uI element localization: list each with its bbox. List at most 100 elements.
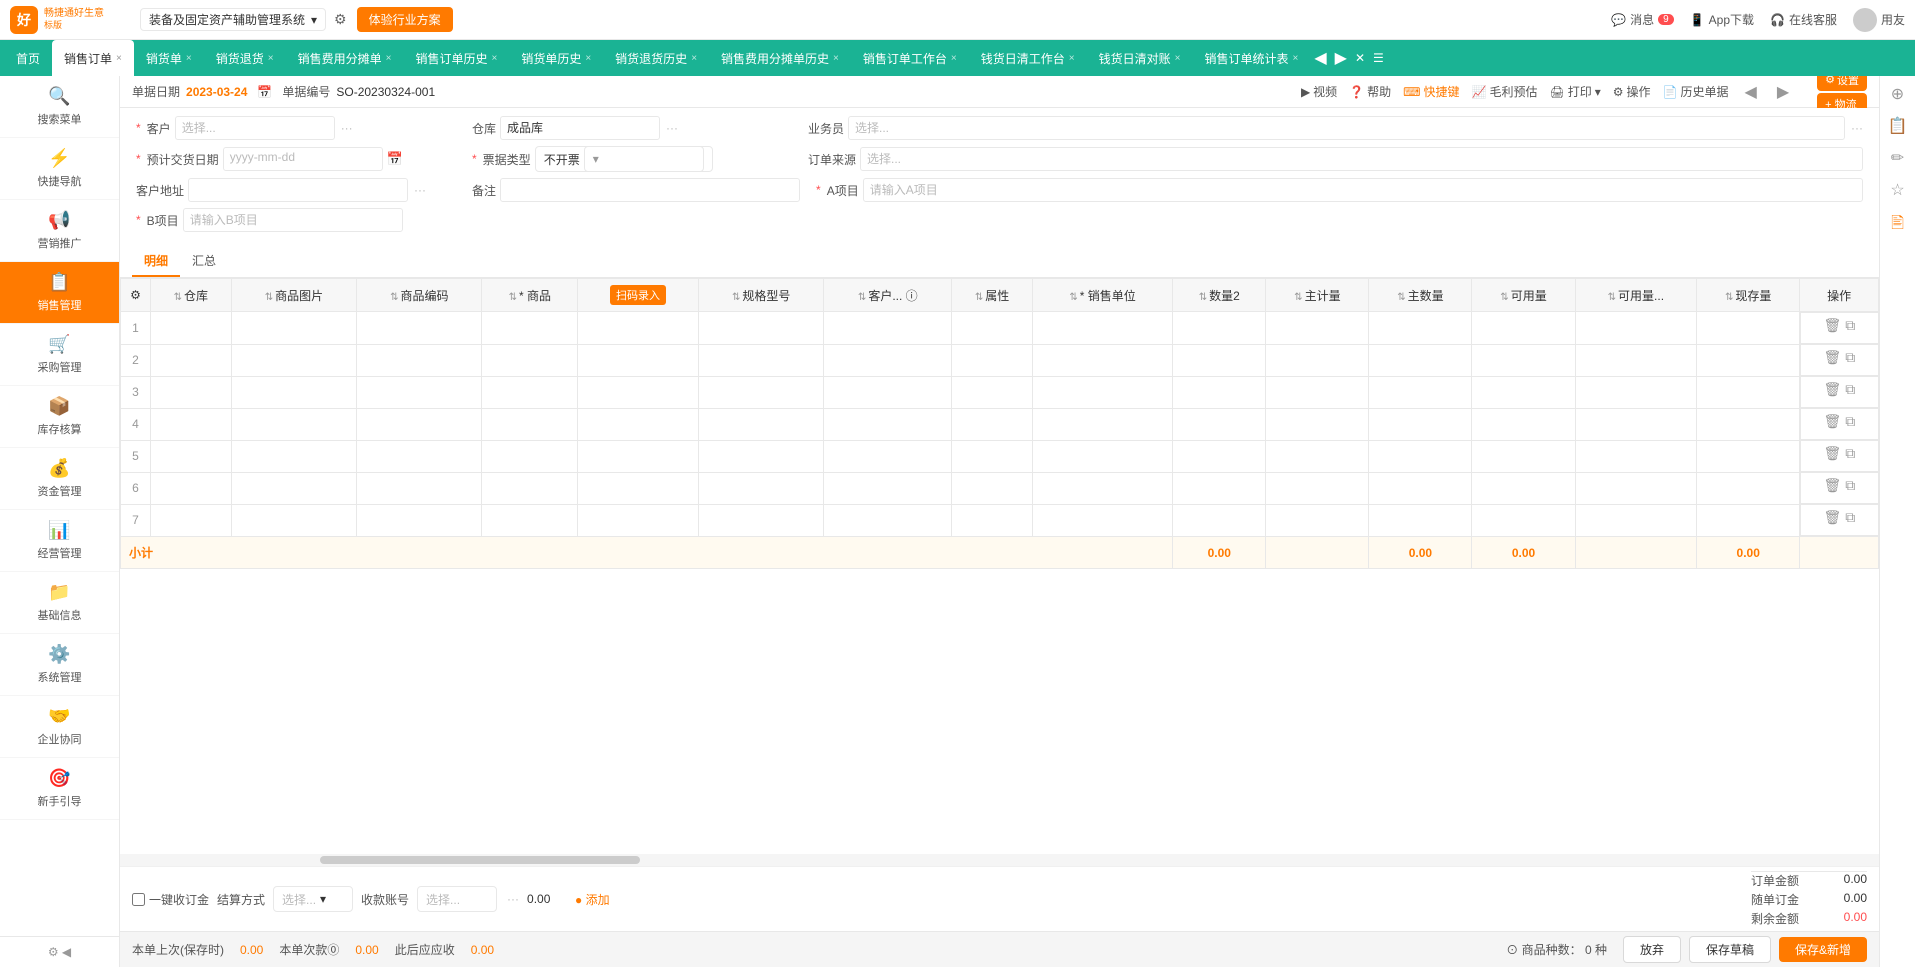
close-icon[interactable]: × <box>1292 53 1298 64</box>
save-new-btn[interactable]: 保存&新增 <box>1779 937 1867 962</box>
th-qty2[interactable]: ⇅数量2 <box>1173 279 1266 312</box>
tab-home[interactable]: 首页 <box>4 40 52 76</box>
right-icon-3[interactable]: ✏ <box>1891 148 1904 168</box>
tab-sales[interactable]: 销货单 × <box>134 40 204 76</box>
print-btn[interactable]: 🖨打印▾ <box>1549 83 1600 100</box>
delete-icon[interactable]: 🗑 <box>1823 317 1841 339</box>
view-btn[interactable]: ▶视频 <box>1301 83 1337 100</box>
tab-cashflow[interactable]: 钱货日清工作台 × <box>969 40 1087 76</box>
settings-btn[interactable]: ⚙ 设置 <box>1817 76 1867 91</box>
close-icon[interactable]: × <box>186 53 192 64</box>
copy-icon[interactable]: ⧉ <box>1845 477 1855 499</box>
delete-icon[interactable]: 🗑 <box>1823 509 1841 531</box>
message-btn[interactable]: 💬 消息 9 <box>1611 11 1674 28</box>
tab-sales-fee[interactable]: 销售费用分摊单 × <box>286 40 404 76</box>
delete-icon[interactable]: 🗑 <box>1823 477 1841 499</box>
sidebar-item-guide[interactable]: 🎯 新手引导 <box>0 758 119 820</box>
note-input[interactable] <box>500 178 800 202</box>
delete-icon[interactable]: 🗑 <box>1823 349 1841 371</box>
account-dots[interactable]: ··· <box>507 892 519 906</box>
tab-workbench[interactable]: 销售订单工作台 × <box>851 40 969 76</box>
account-select[interactable]: 选择... <box>417 886 497 912</box>
scrollbar-thumb[interactable] <box>320 856 640 864</box>
sidebar-item-quicknav[interactable]: ⚡ 快捷导航 <box>0 138 119 200</box>
th-code[interactable]: ⇅商品编码 <box>357 279 482 312</box>
b-project-input[interactable]: 请输入B项目 <box>183 208 403 232</box>
warehouse-input[interactable]: 成品库 <box>500 116 660 140</box>
online-service-btn[interactable]: 🎧 在线客服 <box>1770 11 1837 28</box>
th-main-unit[interactable]: ⇅主计量 <box>1266 279 1369 312</box>
delete-icon[interactable]: 🗑 <box>1823 413 1841 435</box>
delete-icon[interactable]: 🗑 <box>1823 445 1841 467</box>
close-icon[interactable]: × <box>491 53 497 64</box>
right-icon-4[interactable]: ☆ <box>1890 180 1904 200</box>
staff-input[interactable]: 选择... <box>848 116 1845 140</box>
settings-icon[interactable]: ⚙ <box>334 11 347 28</box>
right-icon-1[interactable]: ⊕ <box>1891 84 1904 104</box>
th-customer[interactable]: ⇅客户... ⓘ <box>824 279 952 312</box>
sidebar-item-collab[interactable]: 🤝 企业协同 <box>0 696 119 758</box>
copy-icon[interactable]: ⧉ <box>1845 445 1855 467</box>
discard-btn[interactable]: 放弃 <box>1623 936 1681 963</box>
settlement-select[interactable]: 选择... ▾ <box>273 886 353 912</box>
system-select[interactable]: 装备及固定资产辅助管理系统 ▾ <box>140 8 326 31</box>
delete-icon[interactable]: 🗑 <box>1823 381 1841 403</box>
close-icon[interactable]: × <box>1069 53 1075 64</box>
toolbar-next[interactable]: ▶ <box>1773 82 1793 102</box>
nav-prev-arrow[interactable]: ◀ <box>1310 48 1330 68</box>
copy-icon[interactable]: ⧉ <box>1845 349 1855 371</box>
payment-checkbox-label[interactable]: 一键收订金 <box>132 891 209 908</box>
calendar-icon[interactable]: 📅 <box>257 85 272 99</box>
th-product[interactable]: ⇅* 商品 <box>482 279 578 312</box>
close-icon[interactable]: × <box>386 53 392 64</box>
add-link[interactable]: ● 添加 <box>575 891 610 908</box>
tab-sales-history2[interactable]: 销货单历史 × <box>509 40 603 76</box>
tab-fee-history[interactable]: 销售费用分摊单历史 × <box>709 40 851 76</box>
copy-icon[interactable]: ⧉ <box>1845 317 1855 339</box>
close-icon[interactable]: × <box>116 53 122 64</box>
th-image[interactable]: ⇅商品图片 <box>231 279 356 312</box>
scrollbar[interactable] <box>120 854 1879 866</box>
close-icon[interactable]: × <box>585 53 591 64</box>
sidebar-item-marketing[interactable]: 📢 营销推广 <box>0 200 119 262</box>
customer-input[interactable]: 选择... <box>175 116 335 140</box>
app-download-btn[interactable]: 📱 App下载 <box>1690 11 1754 28</box>
th-unit[interactable]: ⇅* 销售单位 <box>1032 279 1172 312</box>
help-btn[interactable]: ❓帮助 <box>1349 83 1391 100</box>
sidebar-item-sales[interactable]: 📋 销售管理 <box>0 262 119 324</box>
sidebar-item-basic[interactable]: 📁 基础信息 <box>0 572 119 634</box>
sidebar-item-inventory[interactable]: 📦 库存核算 <box>0 386 119 448</box>
tab-sales-order[interactable]: 销售订单 × <box>52 40 134 76</box>
th-available2[interactable]: ⇅可用量... <box>1575 279 1697 312</box>
save-draft-btn[interactable]: 保存草稿 <box>1689 936 1771 963</box>
delivery-input[interactable]: yyyy-mm-dd <box>223 147 383 171</box>
close-icon[interactable]: × <box>268 53 274 64</box>
nav-close-all-btn[interactable]: ✕ <box>1351 51 1369 65</box>
tab-detail[interactable]: 明细 <box>132 246 180 277</box>
right-icon-2[interactable]: 📋 <box>1888 116 1908 136</box>
copy-icon[interactable]: ⧉ <box>1845 381 1855 403</box>
customer-dots[interactable]: ··· <box>341 121 353 135</box>
history-btn[interactable]: 📄历史单据 <box>1663 83 1729 100</box>
sidebar-item-search[interactable]: 🔍 搜索菜单 <box>0 76 119 138</box>
th-scan[interactable]: 扫码录入 <box>578 279 699 312</box>
toolbar-prev[interactable]: ◀ <box>1741 82 1761 102</box>
delivery-calendar-icon[interactable]: 📅 <box>387 151 403 167</box>
operations-btn[interactable]: ⚙操作 <box>1613 83 1651 100</box>
th-attr[interactable]: ⇅属性 <box>952 279 1033 312</box>
sidebar-item-finance[interactable]: 💰 资金管理 <box>0 448 119 510</box>
close-icon[interactable]: × <box>833 53 839 64</box>
th-warehouse[interactable]: ⇅仓库 <box>151 279 232 312</box>
order-source-input[interactable]: 选择... <box>860 147 1863 171</box>
shortcut-btn[interactable]: ⌨快捷键 <box>1403 83 1459 100</box>
th-spec[interactable]: ⇅规格型号 <box>699 279 824 312</box>
tab-sales-history[interactable]: 销售订单历史 × <box>403 40 509 76</box>
profit-btn[interactable]: 📈毛利预估 <box>1472 83 1538 100</box>
payment-checkbox[interactable] <box>132 893 145 906</box>
tab-return-history[interactable]: 销货退货历史 × <box>603 40 709 76</box>
sidebar-item-operation[interactable]: 📊 经营管理 <box>0 510 119 572</box>
close-icon[interactable]: × <box>1175 53 1181 64</box>
close-icon[interactable]: × <box>691 53 697 64</box>
address-dots[interactable]: ··· <box>414 183 426 197</box>
tab-sales-return[interactable]: 销货退货 × <box>204 40 286 76</box>
